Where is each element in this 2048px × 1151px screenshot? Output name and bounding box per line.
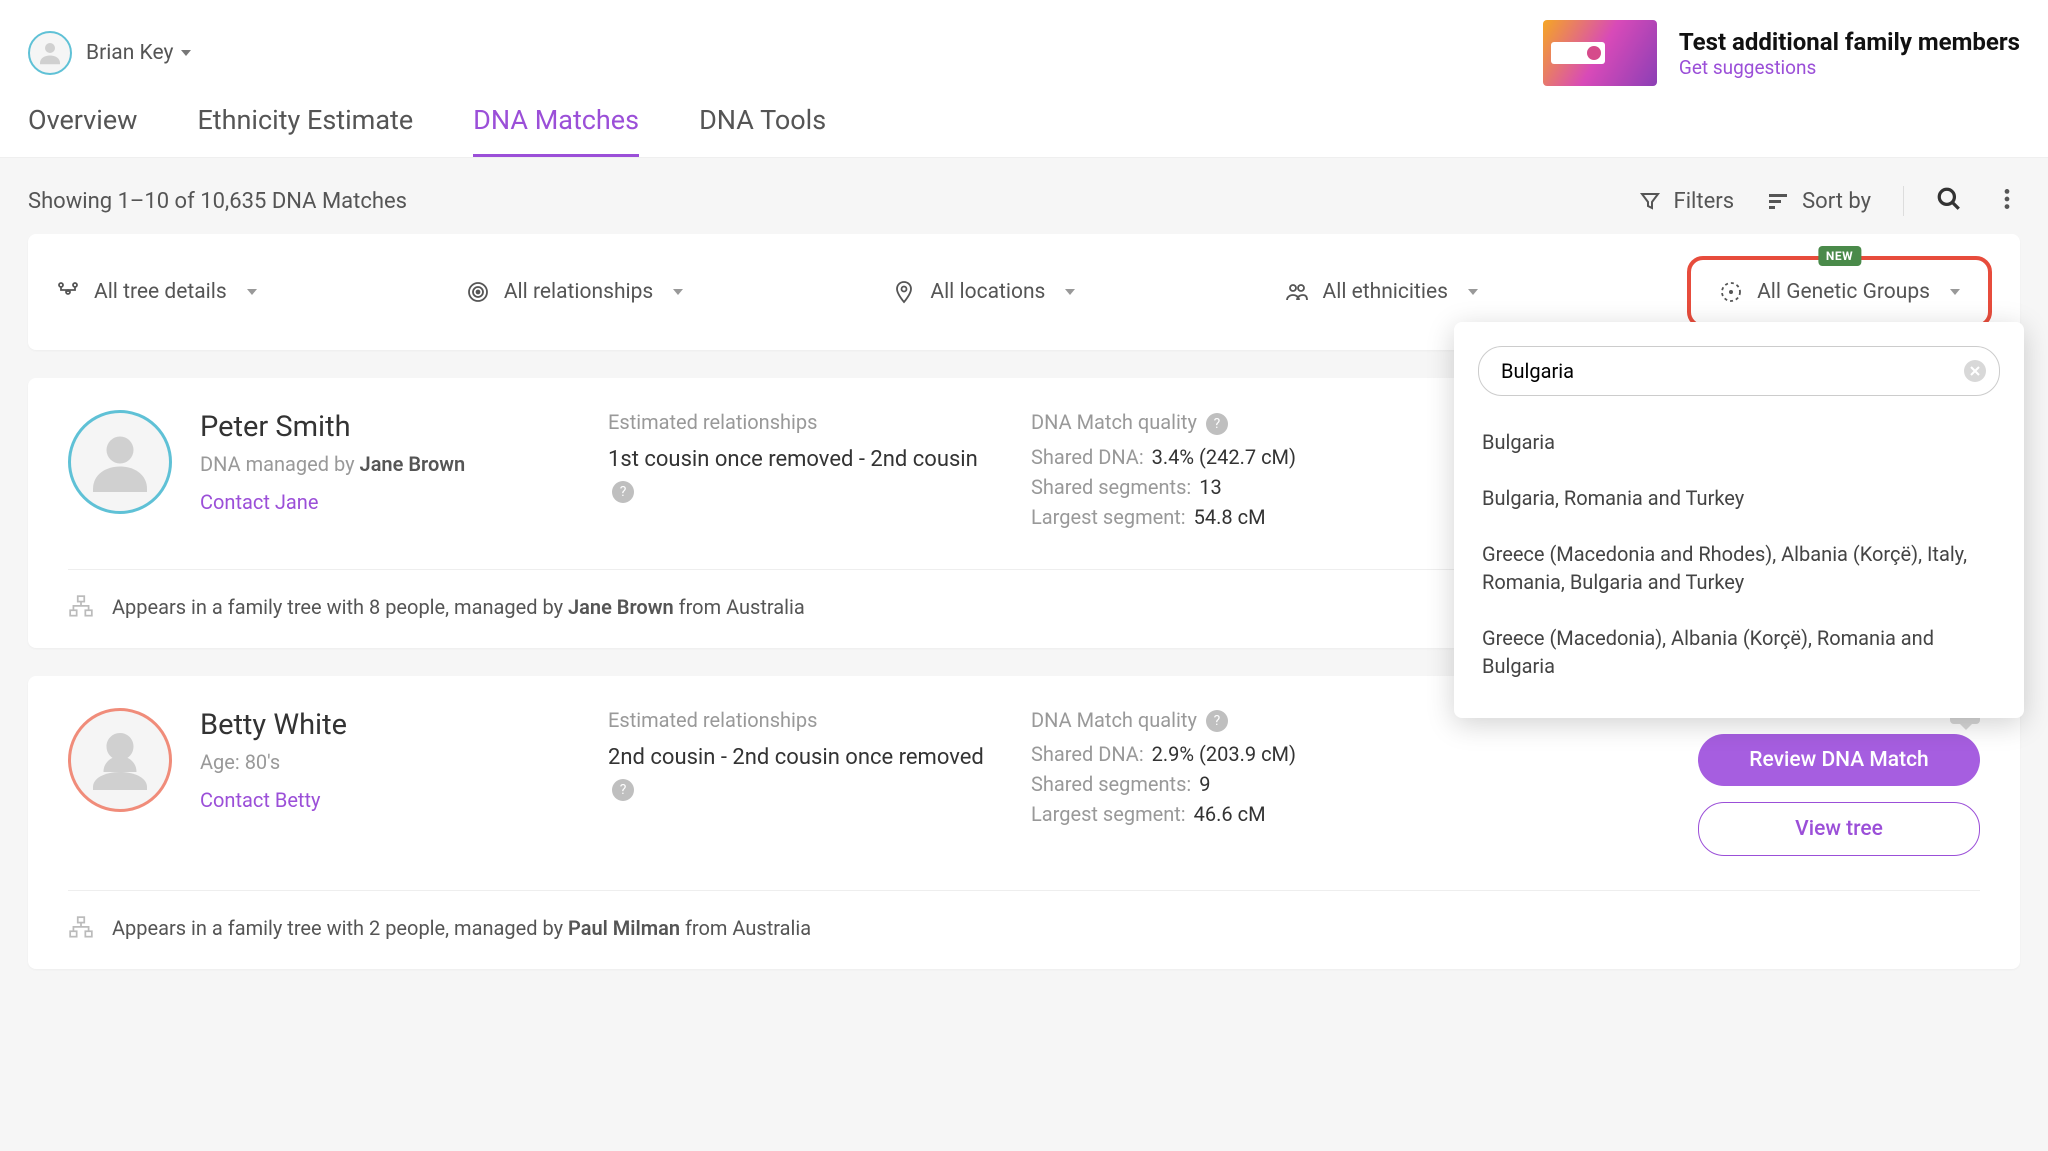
target-icon: [466, 280, 490, 304]
chevron-down-icon: [673, 289, 683, 295]
promo-image: [1543, 20, 1657, 86]
promo-title: Test additional family members: [1679, 28, 2020, 56]
chevron-down-icon: [181, 50, 191, 56]
profile-name-text: Brian Key: [86, 41, 173, 65]
chevron-down-icon: [1950, 289, 1960, 295]
filter-genetic-groups-highlighted: NEW All Genetic Groups: [1687, 256, 1992, 328]
search-icon: [1936, 186, 1962, 212]
new-badge: NEW: [1818, 246, 1861, 266]
toolbar: Showing 1–10 of 10,635 DNA Matches Filte…: [28, 186, 2020, 216]
family-tree-icon: [68, 915, 94, 941]
tab-ethnicity[interactable]: Ethnicity Estimate: [197, 104, 413, 157]
contact-link[interactable]: Contact Jane: [200, 490, 318, 514]
profile-name-dropdown[interactable]: Brian Key: [86, 41, 191, 65]
match-name: Peter Smith: [200, 410, 580, 444]
relationship-value: 2nd cousin - 2nd cousin once removed ?: [608, 742, 1003, 806]
match-card: Betty White Age: 80's Contact Betty Esti…: [28, 676, 2020, 969]
person-icon: [35, 38, 65, 68]
location-pin-icon: [892, 280, 916, 304]
review-match-button[interactable]: Review DNA Match: [1698, 734, 1980, 786]
relationship-label: Estimated relationships: [608, 410, 1003, 434]
match-avatar[interactable]: [68, 708, 172, 812]
tab-dna-tools[interactable]: DNA Tools: [699, 104, 826, 157]
largest-segment-value: 54.8 cM: [1194, 505, 1266, 529]
filter-relationships[interactable]: All relationships: [466, 280, 683, 304]
largest-segment-value: 46.6 cM: [1194, 802, 1266, 826]
more-button[interactable]: [1994, 186, 2020, 216]
more-vertical-icon: [1994, 186, 2020, 212]
filters-button[interactable]: Filters: [1638, 189, 1735, 214]
divider: [1903, 186, 1904, 216]
chevron-down-icon: [247, 289, 257, 295]
top-bar: Brian Key Test additional family members…: [0, 0, 2048, 158]
relationship-label: Estimated relationships: [608, 708, 1003, 732]
filter-genetic-groups[interactable]: All Genetic Groups: [1719, 280, 1960, 304]
dropdown-item[interactable]: Greece (Macedonia and Rhodes), Albania (…: [1454, 526, 2024, 610]
match-subtitle: DNA managed by Jane Brown: [200, 452, 580, 476]
clear-search-button[interactable]: [1964, 360, 1986, 382]
help-icon[interactable]: ?: [612, 779, 634, 801]
people-icon: [1285, 280, 1309, 304]
filter-icon: [1638, 189, 1662, 213]
segments-value: 9: [1199, 772, 1210, 796]
help-icon[interactable]: ?: [1206, 710, 1228, 732]
sort-button[interactable]: Sort by: [1766, 189, 1871, 214]
dropdown-item[interactable]: Greece (Macedonia), Albania (Korçë), Rom…: [1454, 610, 2024, 694]
chevron-down-icon: [1468, 289, 1478, 295]
segments-value: 13: [1199, 475, 1221, 499]
dropdown-item[interactable]: Bulgaria, Romania and Turkey: [1454, 470, 2024, 526]
dropdown-item[interactable]: Bulgaria: [1454, 414, 2024, 470]
close-icon: [1969, 365, 1981, 377]
match-avatar[interactable]: [68, 410, 172, 514]
genetic-group-icon: [1719, 280, 1743, 304]
match-name: Betty White: [200, 708, 580, 742]
relationship-value: 1st cousin once removed - 2nd cousin ?: [608, 444, 1003, 508]
search-button[interactable]: [1936, 186, 1962, 216]
person-icon: [84, 426, 156, 498]
sort-icon: [1766, 189, 1790, 213]
help-icon[interactable]: ?: [1206, 413, 1228, 435]
filter-tree-details[interactable]: All tree details: [56, 280, 257, 304]
shared-dna-value: 3.4% (242.7 cM): [1152, 445, 1296, 469]
person-icon: [84, 724, 156, 796]
tree-icon: [56, 280, 80, 304]
filter-bar: All tree details All relationships All l…: [28, 234, 2020, 350]
help-icon[interactable]: ?: [612, 481, 634, 503]
contact-link[interactable]: Contact Betty: [200, 788, 320, 812]
shared-dna-value: 2.9% (203.9 cM): [1152, 742, 1296, 766]
card-footer: Appears in a family tree with 2 people, …: [68, 890, 1980, 941]
results-count: Showing 1–10 of 10,635 DNA Matches: [28, 189, 407, 214]
view-tree-button[interactable]: View tree: [1698, 802, 1980, 856]
profile-avatar[interactable]: [28, 31, 72, 75]
filter-locations[interactable]: All locations: [892, 280, 1075, 304]
genetic-groups-dropdown: Bulgaria Bulgaria, Romania and Turkey Gr…: [1454, 322, 2024, 718]
tab-dna-matches[interactable]: DNA Matches: [473, 104, 639, 157]
tab-overview[interactable]: Overview: [28, 104, 137, 157]
filter-ethnicities[interactable]: All ethnicities: [1285, 280, 1478, 304]
match-subtitle: Age: 80's: [200, 750, 580, 774]
chevron-down-icon: [1065, 289, 1075, 295]
promo-link[interactable]: Get suggestions: [1679, 56, 1816, 79]
dropdown-search-input[interactable]: [1478, 346, 2000, 396]
promo-banner: Test additional family members Get sugge…: [1543, 20, 2020, 86]
family-tree-icon: [68, 594, 94, 620]
tabs: Overview Ethnicity Estimate DNA Matches …: [28, 104, 2020, 157]
